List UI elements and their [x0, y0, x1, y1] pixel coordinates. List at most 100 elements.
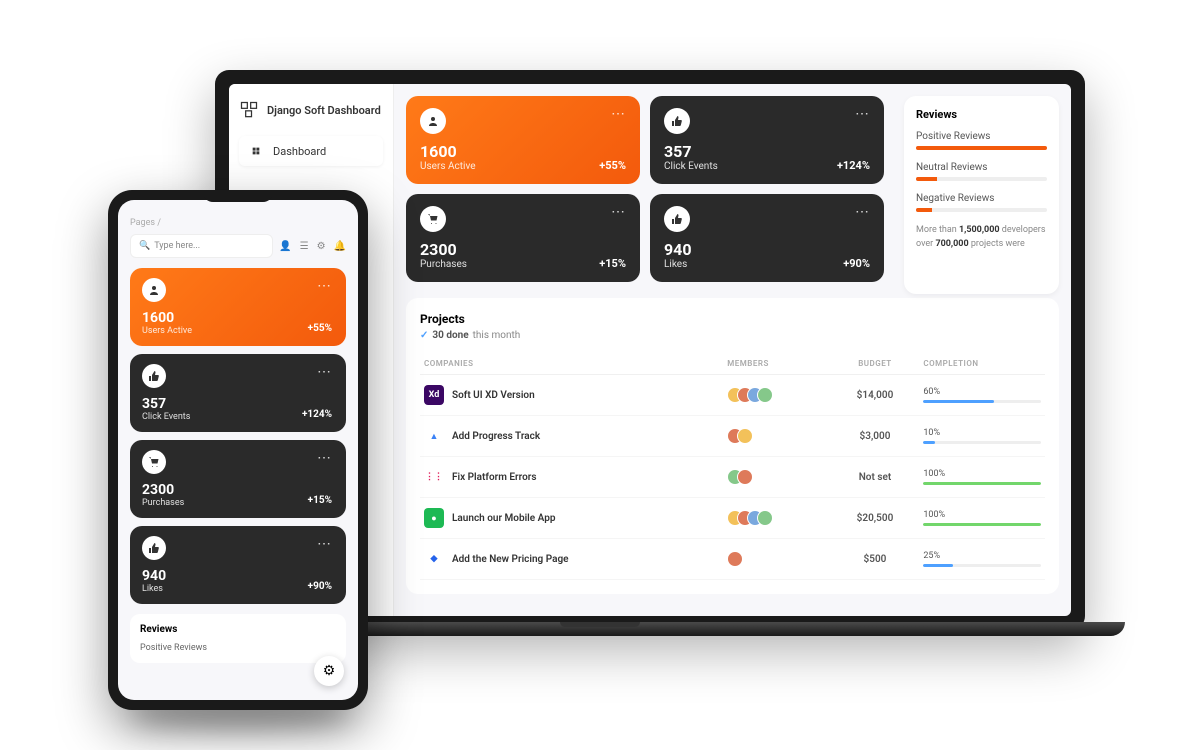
member-avatars — [727, 551, 826, 567]
laptop-notch — [560, 622, 640, 627]
positive-reviews-bar — [916, 146, 1047, 150]
table-row: ⋮⋮ Fix Platform Errors Not set 100% — [420, 457, 1045, 498]
card-menu-icon[interactable]: ⋯ — [317, 278, 332, 294]
avatar — [737, 469, 753, 485]
stat-change: +55% — [599, 159, 626, 172]
stat-card-users active: ⋯ 1600 Users Active +55% — [130, 268, 346, 346]
stat-value: 1600 — [142, 310, 334, 326]
projects-table: COMPANIES MEMBERS BUDGET COMPLETION Xd S… — [420, 353, 1045, 580]
stat-change: +15% — [308, 495, 332, 506]
stat-label: Purchases — [420, 259, 626, 270]
project-name: Soft UI XD Version — [452, 390, 535, 401]
stat-card-likes: ⋯ 940 Likes +90% — [650, 194, 884, 282]
project-budget: $3,000 — [860, 431, 891, 442]
thumb-icon — [664, 206, 690, 232]
user-icon — [420, 108, 446, 134]
stat-card-click events: ⋯ 357 Click Events +124% — [650, 96, 884, 184]
menu-icon[interactable]: ☰ — [300, 241, 309, 252]
cart-icon — [142, 450, 166, 474]
bell-icon[interactable]: 🔔 — [334, 241, 346, 252]
stat-label: Users Active — [420, 161, 626, 172]
member-avatars — [727, 510, 826, 526]
phone-reviews-title: Reviews — [140, 624, 336, 635]
card-menu-icon[interactable]: ⋯ — [317, 364, 332, 380]
nav-label: Dashboard — [273, 145, 326, 158]
neutral-reviews-bar — [916, 177, 1047, 181]
phone-mockup: Pages / 🔍 Type here... 👤 ☰ ⚙ 🔔 ⋯ 1600 Us… — [108, 190, 368, 710]
stat-change: +124% — [302, 409, 332, 420]
negative-reviews-label: Negative Reviews — [916, 193, 1047, 204]
search-icon: 🔍 — [139, 241, 150, 251]
table-row: ▲ Add Progress Track $3,000 10% — [420, 416, 1045, 457]
table-row: ● Launch our Mobile App $20,500 100% — [420, 498, 1045, 539]
project-completion: 25% — [923, 551, 1041, 567]
company-logo-icon: Xd — [424, 385, 444, 405]
project-name: Add Progress Track — [452, 431, 540, 442]
company-logo-icon: ● — [424, 508, 444, 528]
project-completion: 100% — [923, 469, 1041, 485]
search-input[interactable]: 🔍 Type here... — [130, 234, 273, 258]
thumb-icon — [664, 108, 690, 134]
stat-grid-phone: ⋯ 1600 Users Active +55% ⋯ 357 Click Eve… — [130, 268, 346, 604]
project-name: Launch our Mobile App — [452, 513, 555, 524]
card-menu-icon[interactable]: ⋯ — [855, 106, 870, 122]
member-avatars — [727, 387, 826, 403]
search-placeholder: Type here... — [154, 241, 200, 251]
card-menu-icon[interactable]: ⋯ — [855, 204, 870, 220]
project-company: ⋮⋮ Fix Platform Errors — [424, 467, 719, 487]
thumb-icon — [142, 536, 166, 560]
avatar — [727, 551, 743, 567]
stat-value: 940 — [664, 240, 870, 259]
card-menu-icon[interactable]: ⋯ — [611, 106, 626, 122]
check-icon: ✓ — [420, 330, 428, 341]
settings-icon[interactable]: ⚙ — [317, 241, 326, 252]
avatar — [757, 510, 773, 526]
project-company: ● Launch our Mobile App — [424, 508, 719, 528]
stat-label: Users Active — [142, 326, 334, 336]
stat-grid-laptop: ⋯ 1600 Users Active +55% ⋯ 357 Click Eve… — [406, 96, 884, 282]
stat-card-likes: ⋯ 940 Likes +90% — [130, 526, 346, 604]
nav-item-dashboard[interactable]: Dashboard — [239, 136, 383, 166]
project-budget: Not set — [859, 472, 891, 483]
project-budget: $14,000 — [857, 390, 894, 401]
avatar — [737, 428, 753, 444]
thumb-icon — [142, 364, 166, 388]
th-companies: COMPANIES — [420, 353, 723, 375]
phone-positive-reviews: Positive Reviews — [140, 643, 336, 653]
projects-card: Projects ✓ 30 done this month COMPANIES … — [406, 298, 1059, 594]
stat-card-purchases: ⋯ 2300 Purchases +15% — [130, 440, 346, 518]
stat-label: Likes — [142, 584, 334, 594]
member-avatars — [727, 469, 826, 485]
positive-reviews-label: Positive Reviews — [916, 131, 1047, 142]
projects-subtitle: ✓ 30 done this month — [420, 330, 1045, 341]
project-name: Add the New Pricing Page — [452, 554, 569, 565]
table-row: Xd Soft UI XD Version $14,000 60% — [420, 375, 1045, 416]
table-row: ◆ Add the New Pricing Page $500 25% — [420, 539, 1045, 580]
stat-value: 940 — [142, 568, 334, 584]
company-logo-icon: ▲ — [424, 426, 444, 446]
th-completion: COMPLETION — [919, 353, 1045, 375]
card-menu-icon[interactable]: ⋯ — [317, 450, 332, 466]
card-menu-icon[interactable]: ⋯ — [611, 204, 626, 220]
neutral-reviews-label: Neutral Reviews — [916, 162, 1047, 173]
project-company: ▲ Add Progress Track — [424, 426, 719, 446]
stat-value: 1600 — [420, 142, 626, 161]
project-budget: $20,500 — [857, 513, 894, 524]
stat-value: 2300 — [142, 482, 334, 498]
toolbar-icons: 👤 ☰ ⚙ 🔔 — [279, 241, 346, 252]
stat-value: 2300 — [420, 240, 626, 259]
stat-change: +55% — [308, 323, 332, 334]
gear-icon: ⚙ — [323, 663, 336, 679]
user-icon[interactable]: 👤 — [279, 241, 291, 252]
card-menu-icon[interactable]: ⋯ — [317, 536, 332, 552]
project-completion: 10% — [923, 428, 1041, 444]
floating-settings-button[interactable]: ⚙ — [314, 656, 344, 686]
project-company: ◆ Add the New Pricing Page — [424, 549, 719, 569]
project-company: Xd Soft UI XD Version — [424, 385, 719, 405]
reviews-panel: Reviews Positive Reviews Neutral Reviews… — [904, 96, 1059, 294]
stat-label: Purchases — [142, 498, 334, 508]
stat-label: Likes — [664, 259, 870, 270]
project-budget: $500 — [864, 554, 887, 565]
negative-reviews-bar — [916, 208, 1047, 212]
phone-reviews-panel: Reviews Positive Reviews — [130, 614, 346, 663]
